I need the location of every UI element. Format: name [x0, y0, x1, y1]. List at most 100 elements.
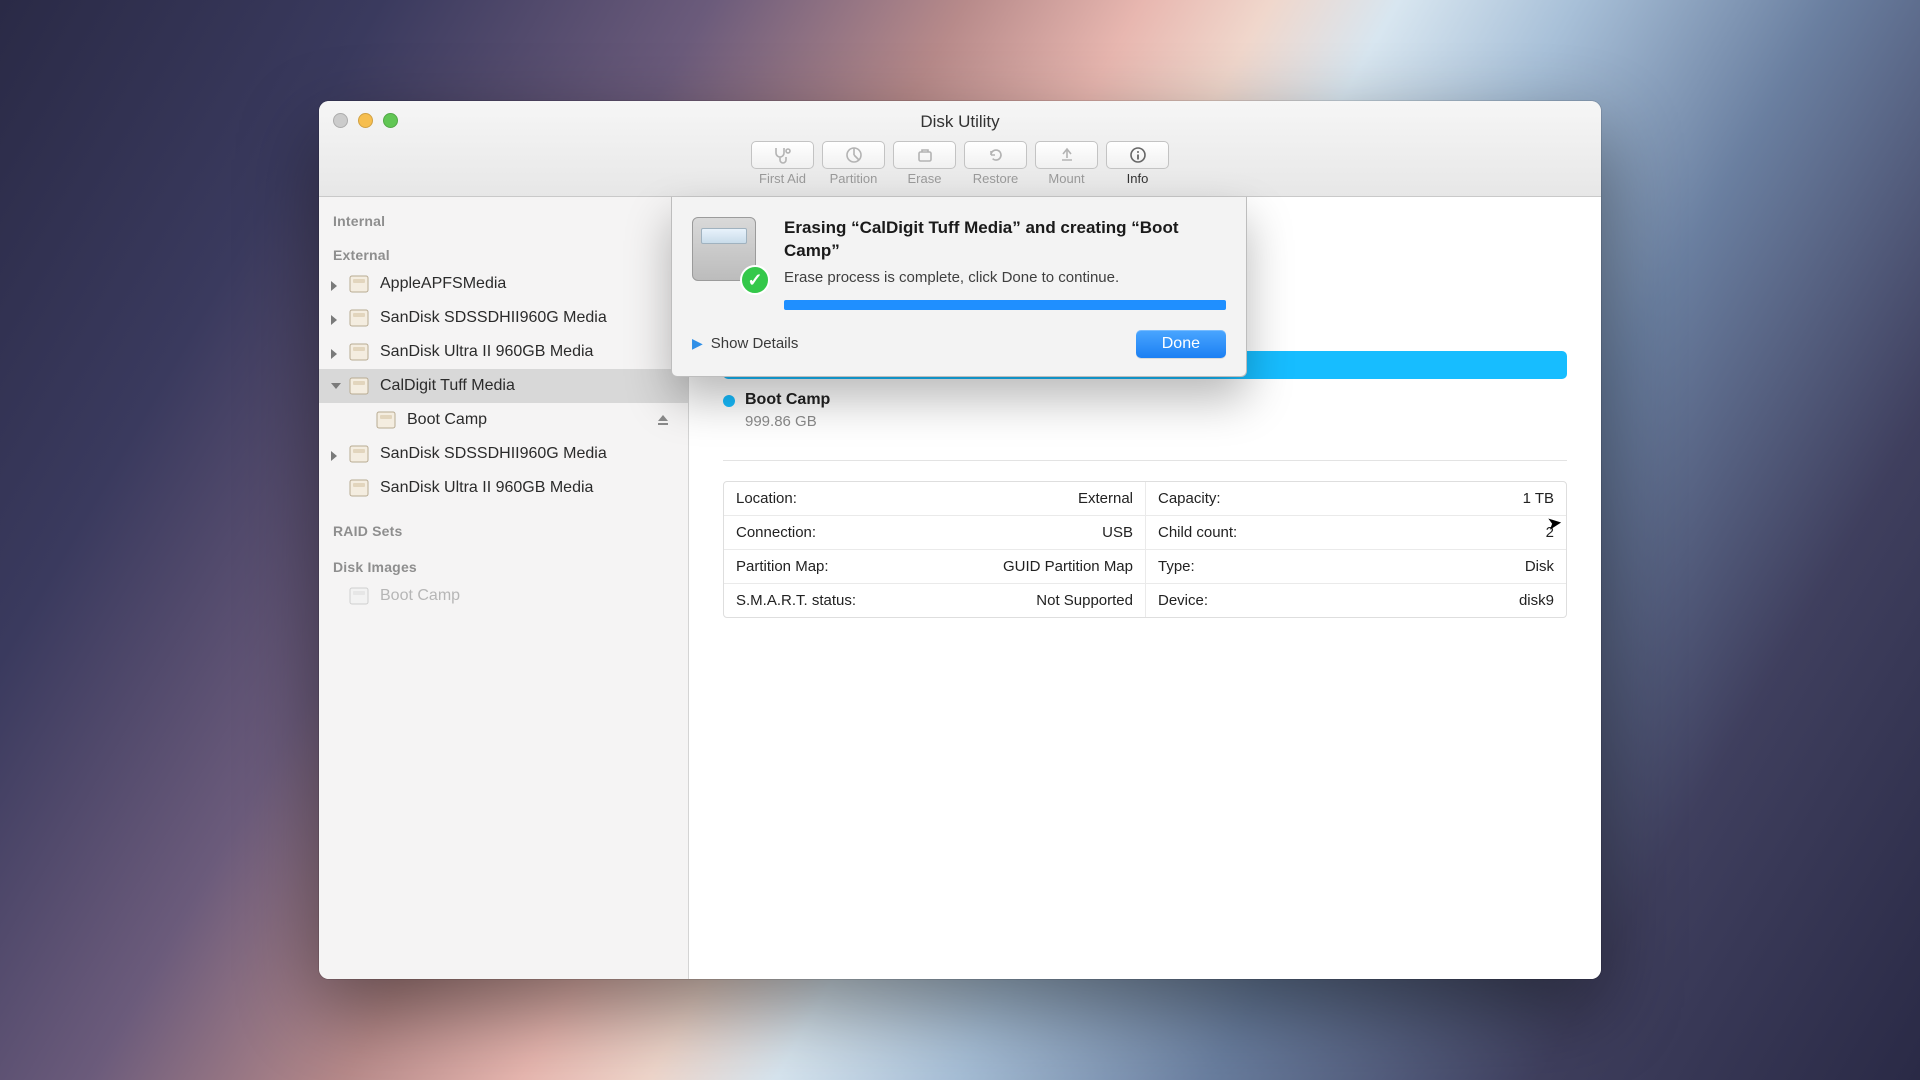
restore-button[interactable]: Restore [964, 141, 1027, 186]
info-label: Info [1127, 171, 1149, 186]
first-aid-label: First Aid [759, 171, 806, 186]
show-details-label: Show Details [711, 335, 799, 352]
sidebar-item-label: SanDisk Ultra II 960GB Media [380, 479, 593, 497]
info-value: 2 [1546, 524, 1554, 541]
toolbar: First Aid Partition Erase [751, 141, 1169, 186]
progress-bar [784, 300, 1226, 310]
sidebar-item-disk[interactable]: SanDisk SDSSDHII960G Media [319, 437, 688, 471]
done-button[interactable]: Done [1136, 330, 1226, 358]
sidebar-section-external: External [319, 241, 688, 267]
show-details-toggle[interactable]: ▶ Show Details [692, 335, 798, 352]
success-checkmark-icon: ✓ [740, 265, 770, 295]
mount-icon [1035, 141, 1098, 169]
sidebar-item-label: Boot Camp [380, 587, 460, 605]
partition-legend: Boot Camp 999.86 GB [723, 391, 1567, 430]
info-value: disk9 [1519, 592, 1554, 609]
info-key: Capacity: [1158, 490, 1221, 507]
info-row: S.M.A.R.T. status: Not Supported [724, 584, 1145, 617]
info-button[interactable]: Info [1106, 141, 1169, 186]
sidebar-item-disk[interactable]: SanDisk Ultra II 960GB Media [319, 335, 688, 369]
disclosure-spacer [331, 485, 338, 492]
info-row: Location: External [724, 482, 1145, 516]
erase-icon [893, 141, 956, 169]
info-row: Device: disk9 [1145, 584, 1566, 617]
sidebar-item-label: SanDisk Ultra II 960GB Media [380, 343, 593, 361]
disclosure-triangle-icon[interactable] [331, 281, 338, 288]
info-key: Child count: [1158, 524, 1237, 541]
sidebar-item-disk[interactable]: SanDisk SDSSDHII960G Media [319, 301, 688, 335]
desktop-background: Disk Utility First Aid Partition [0, 0, 1920, 1080]
stethoscope-icon [751, 141, 814, 169]
disclosure-triangle-icon[interactable] [331, 349, 338, 356]
sidebar-item-label: CalDigit Tuff Media [380, 377, 515, 395]
sheet-icon: ✓ [692, 217, 766, 291]
info-row: Connection: USB [724, 516, 1145, 550]
info-value: 1 TB [1523, 490, 1554, 507]
external-disk-icon [348, 307, 370, 329]
mount-label: Mount [1048, 171, 1084, 186]
sidebar-item-label: AppleAPFSMedia [380, 275, 506, 293]
info-value: External [1078, 490, 1133, 507]
info-value: Not Supported [1036, 592, 1133, 609]
sidebar-item-disk[interactable]: SanDisk Ultra II 960GB Media [319, 471, 688, 505]
sidebar-item-disk-selected[interactable]: CalDigit Tuff Media [319, 369, 688, 403]
disclosure-spacer [331, 593, 338, 600]
info-key: Location: [736, 490, 797, 507]
erase-button[interactable]: Erase [893, 141, 956, 186]
external-disk-icon [348, 341, 370, 363]
minimize-window-button[interactable] [358, 113, 373, 128]
info-key: S.M.A.R.T. status: [736, 592, 856, 609]
partition-label: Partition [830, 171, 878, 186]
sidebar[interactable]: Internal External AppleAPFSMedia SanDisk… [319, 197, 689, 979]
info-key: Connection: [736, 524, 816, 541]
disclosure-triangle-icon[interactable] [331, 383, 338, 390]
info-key: Type: [1158, 558, 1195, 575]
mount-button[interactable]: Mount [1035, 141, 1098, 186]
external-disk-icon [375, 409, 397, 431]
sidebar-item-volume[interactable]: Boot Camp [319, 403, 688, 437]
sidebar-section-raid: RAID Sets [319, 517, 688, 543]
eject-icon[interactable] [656, 413, 670, 427]
zoom-window-button[interactable] [383, 113, 398, 128]
sheet-message: Erase process is complete, click Done to… [784, 269, 1226, 286]
restore-icon [964, 141, 1027, 169]
titlebar: Disk Utility First Aid Partition [319, 101, 1601, 197]
sidebar-item-image[interactable]: Boot Camp [319, 579, 688, 613]
sidebar-section-internal: Internal [319, 207, 688, 233]
partition-button[interactable]: Partition [822, 141, 885, 186]
info-key: Device: [1158, 592, 1208, 609]
info-value: GUID Partition Map [1003, 558, 1133, 575]
close-window-button[interactable] [333, 113, 348, 128]
window-title: Disk Utility [920, 112, 999, 132]
divider [723, 460, 1567, 461]
pie-icon [822, 141, 885, 169]
partition-color-dot [723, 395, 735, 407]
info-value: USB [1102, 524, 1133, 541]
info-row: Type: Disk [1145, 550, 1566, 584]
disclosure-triangle-icon: ▶ [692, 335, 703, 352]
window-controls [333, 113, 398, 128]
sidebar-item-label: Boot Camp [407, 411, 487, 429]
erase-label: Erase [908, 171, 942, 186]
info-key: Partition Map: [736, 558, 829, 575]
disclosure-triangle-icon[interactable] [331, 315, 338, 322]
info-row: Partition Map: GUID Partition Map [724, 550, 1145, 584]
info-row: Child count: 2 [1145, 516, 1566, 550]
restore-label: Restore [973, 171, 1019, 186]
sidebar-item-disk[interactable]: AppleAPFSMedia [319, 267, 688, 301]
external-disk-icon [348, 375, 370, 397]
partition-size: 999.86 GB [745, 413, 830, 430]
erase-complete-sheet: ✓ Erasing “CalDigit Tuff Media” and crea… [671, 197, 1247, 377]
disk-utility-window: Disk Utility First Aid Partition [319, 101, 1601, 979]
sheet-title: Erasing “CalDigit Tuff Media” and creati… [784, 217, 1226, 263]
partition-name: Boot Camp [745, 391, 830, 409]
sidebar-item-label: SanDisk SDSSDHII960G Media [380, 445, 607, 463]
info-row: Capacity: 1 TB [1145, 482, 1566, 516]
sidebar-item-label: SanDisk SDSSDHII960G Media [380, 309, 607, 327]
disclosure-triangle-icon[interactable] [331, 451, 338, 458]
disk-image-icon [348, 585, 370, 607]
sidebar-section-images: Disk Images [319, 553, 688, 579]
info-icon [1106, 141, 1169, 169]
first-aid-button[interactable]: First Aid [751, 141, 814, 186]
info-value: Disk [1525, 558, 1554, 575]
